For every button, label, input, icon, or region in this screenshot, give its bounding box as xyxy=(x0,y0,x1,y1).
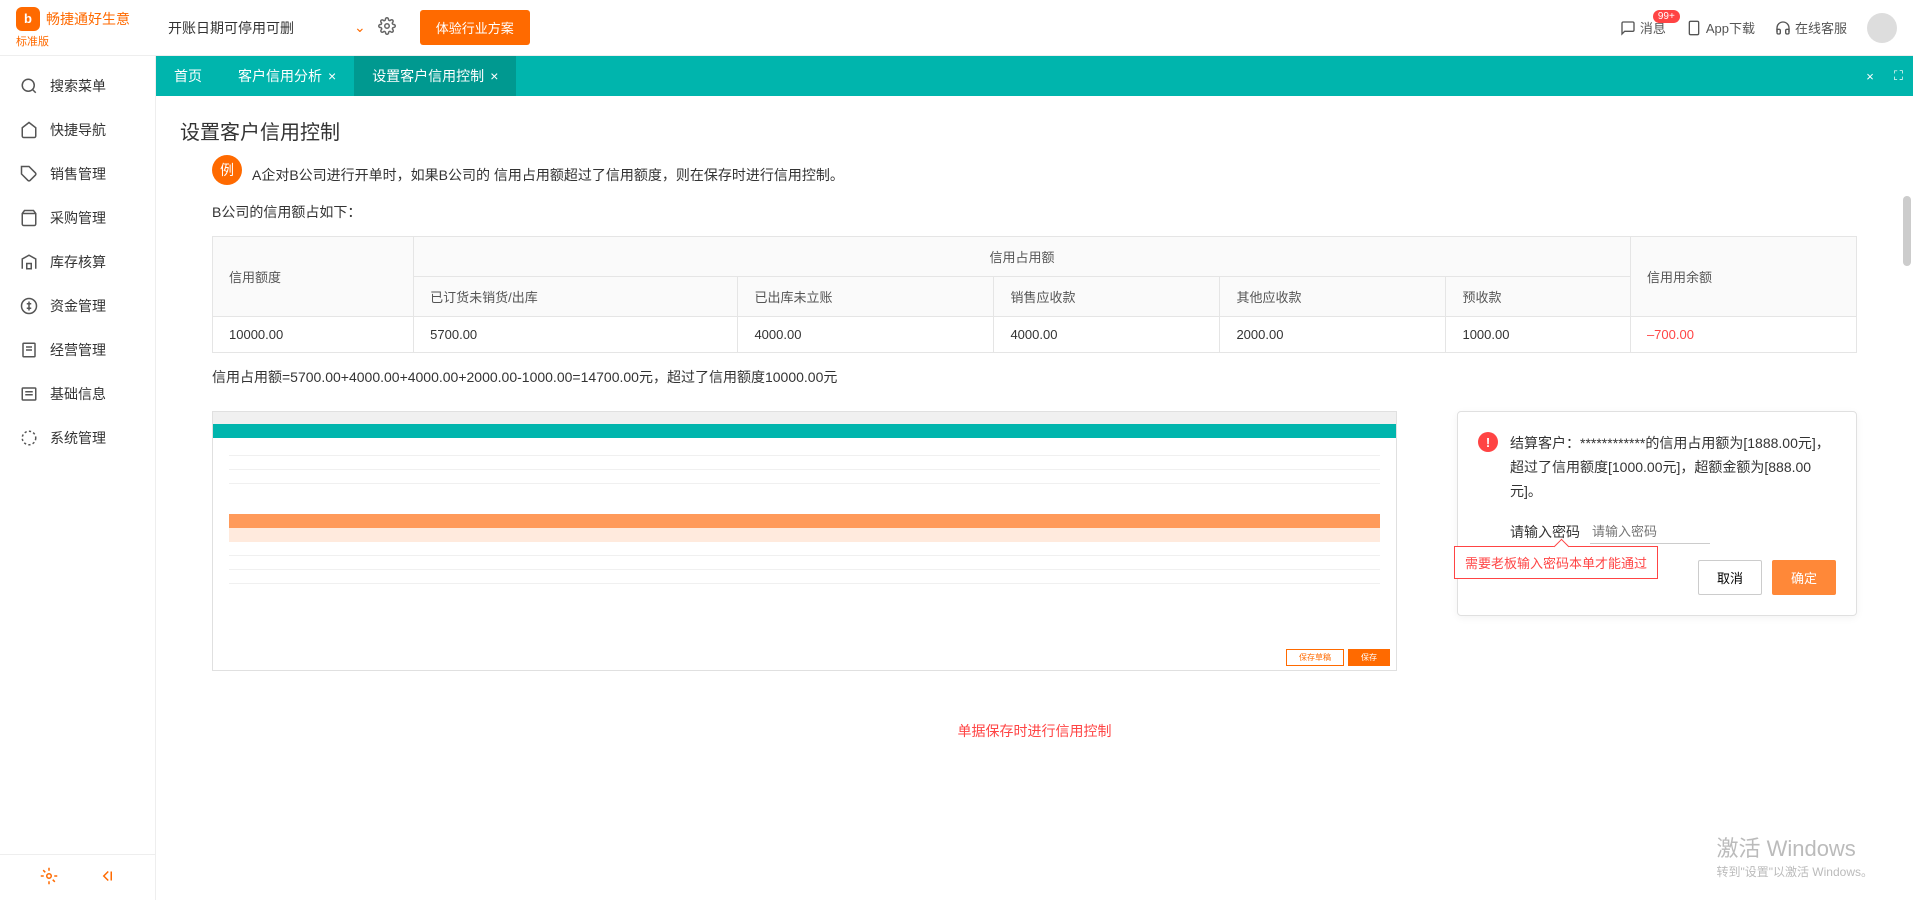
sidebar-item-label: 基础信息 xyxy=(50,384,106,404)
message-icon xyxy=(1620,20,1636,36)
table-row: 10000.00 5700.00 4000.00 4000.00 2000.00… xyxy=(213,317,1857,353)
password-label: 请输入密码 xyxy=(1510,522,1580,542)
sidebar-item-label: 搜索菜单 xyxy=(50,76,106,96)
sidebar-item-label: 采购管理 xyxy=(50,208,106,228)
sidebar-item-inventory[interactable]: 库存核算 xyxy=(0,240,155,284)
top-header: b 畅捷通好生意 标准版 开账日期可停用可删 ⌄ 体验行业方案 消息 99+ A… xyxy=(0,0,1913,56)
illustration-screenshot: 保存草稿 保存 xyxy=(212,411,1397,671)
collapse-sidebar-icon[interactable] xyxy=(97,867,115,888)
close-all-icon[interactable]: × xyxy=(1856,69,1884,84)
document-icon xyxy=(20,341,38,359)
mobile-icon xyxy=(1686,20,1702,36)
sidebar-item-purchase[interactable]: 采购管理 xyxy=(0,196,155,240)
sidebar-item-basicinfo[interactable]: 基础信息 xyxy=(0,372,155,416)
sidebar-item-system[interactable]: 系统管理 xyxy=(0,416,155,460)
messages-button[interactable]: 消息 99+ xyxy=(1620,18,1666,37)
alert-icon: ! xyxy=(1478,432,1498,452)
sidebar-item-quicknav[interactable]: 快捷导航 xyxy=(0,108,155,152)
formula-text: 信用占用额=5700.00+4000.00+4000.00+2000.00-10… xyxy=(212,367,1857,387)
tag-icon xyxy=(20,165,38,183)
brand-logo-icon: b xyxy=(16,7,40,31)
th-sub: 销售应收款 xyxy=(994,277,1220,317)
settings-icon xyxy=(20,429,38,447)
online-service-button[interactable]: 在线客服 xyxy=(1775,18,1847,37)
save-caption: 单据保存时进行信用控制 xyxy=(212,721,1857,741)
selector-label: 开账日期可停用可删 xyxy=(168,18,294,38)
industry-solution-button[interactable]: 体验行业方案 xyxy=(420,10,530,45)
scrollbar[interactable] xyxy=(1903,196,1911,266)
close-icon[interactable]: × xyxy=(490,68,498,84)
tab-credit-analysis[interactable]: 客户信用分析 × xyxy=(220,56,354,96)
headset-icon xyxy=(1775,20,1791,36)
sidebar-item-label: 销售管理 xyxy=(50,164,106,184)
cart-icon xyxy=(20,209,38,227)
sidebar-item-business[interactable]: 经营管理 xyxy=(0,328,155,372)
tab-home[interactable]: 首页 xyxy=(156,56,220,96)
message-badge: 99+ xyxy=(1653,10,1680,23)
th-credit-limit: 信用额度 xyxy=(213,237,414,317)
main-content: 首页 客户信用分析 × 设置客户信用控制 × × ⛶ 设置客户信用控制 例 A企… xyxy=(156,56,1913,900)
confirm-button[interactable]: 确定 xyxy=(1772,560,1836,595)
callout-annotation: 需要老板输入密码本单才能通过 xyxy=(1454,546,1658,579)
brand-edition: 标准版 xyxy=(16,33,49,49)
cancel-button[interactable]: 取消 xyxy=(1698,560,1762,595)
sidebar-item-label: 库存核算 xyxy=(50,252,106,272)
brand-name: 畅捷通好生意 xyxy=(46,9,130,29)
account-selector[interactable]: 开账日期可停用可删 ⌄ xyxy=(168,18,366,38)
credit-warning-dialog: ! 结算客户：************的信用占用额为[1888.00元]，超过了… xyxy=(1457,411,1857,615)
th-sub: 预收款 xyxy=(1446,277,1630,317)
th-sub: 已订货未销货/出库 xyxy=(414,277,738,317)
example-text: A企对B公司进行开单时，如果B公司的 信用占用额超过了信用额度，则在保存时进行信… xyxy=(252,163,844,188)
sidebar-item-label: 资金管理 xyxy=(50,296,106,316)
sidebar-item-sales[interactable]: 销售管理 xyxy=(0,152,155,196)
app-download-button[interactable]: App下载 xyxy=(1686,18,1755,37)
tabs-bar: 首页 客户信用分析 × 设置客户信用控制 × × ⛶ xyxy=(156,56,1913,96)
th-balance: 信用用余额 xyxy=(1630,237,1856,317)
mini-save-button: 保存 xyxy=(1348,649,1390,666)
example-badge: 例 xyxy=(212,155,242,185)
page-title: 设置客户信用控制 xyxy=(180,116,1889,145)
password-input[interactable] xyxy=(1590,520,1710,544)
footer-gear-icon[interactable] xyxy=(40,867,58,888)
th-sub: 其他应收款 xyxy=(1220,277,1446,317)
fullscreen-icon[interactable]: ⛶ xyxy=(1884,68,1913,84)
chevron-down-icon: ⌄ xyxy=(354,19,366,36)
credit-table: 信用额度 信用占用额 信用用余额 已订货未销货/出库 已出库未立账 销售应收款 … xyxy=(212,236,1857,353)
user-avatar[interactable] xyxy=(1867,13,1897,43)
mini-draft-button: 保存草稿 xyxy=(1286,649,1344,666)
money-icon xyxy=(20,297,38,315)
sidebar-item-search[interactable]: 搜索菜单 xyxy=(0,64,155,108)
close-icon[interactable]: × xyxy=(328,68,336,84)
sub-text: B公司的信用额占如下： xyxy=(212,202,1857,222)
sidebar-item-label: 经营管理 xyxy=(50,340,106,360)
home-icon xyxy=(20,121,38,139)
logo-area: b 畅捷通好生意 标准版 xyxy=(16,7,156,49)
dialog-message: 结算客户：************的信用占用额为[1888.00元]，超过了信用… xyxy=(1510,432,1836,503)
th-sub: 已出库未立账 xyxy=(738,277,994,317)
tab-credit-control[interactable]: 设置客户信用控制 × xyxy=(354,56,516,96)
th-group-usage: 信用占用额 xyxy=(414,237,1631,277)
sidebar-item-label: 快捷导航 xyxy=(50,120,106,140)
list-icon xyxy=(20,385,38,403)
sidebar-item-label: 系统管理 xyxy=(50,428,106,448)
sidebar-item-funds[interactable]: 资金管理 xyxy=(0,284,155,328)
sidebar: 搜索菜单 快捷导航 销售管理 采购管理 库存核算 资金管理 xyxy=(0,56,156,900)
gear-icon[interactable] xyxy=(378,17,396,38)
search-icon xyxy=(20,77,38,95)
warehouse-icon xyxy=(20,253,38,271)
